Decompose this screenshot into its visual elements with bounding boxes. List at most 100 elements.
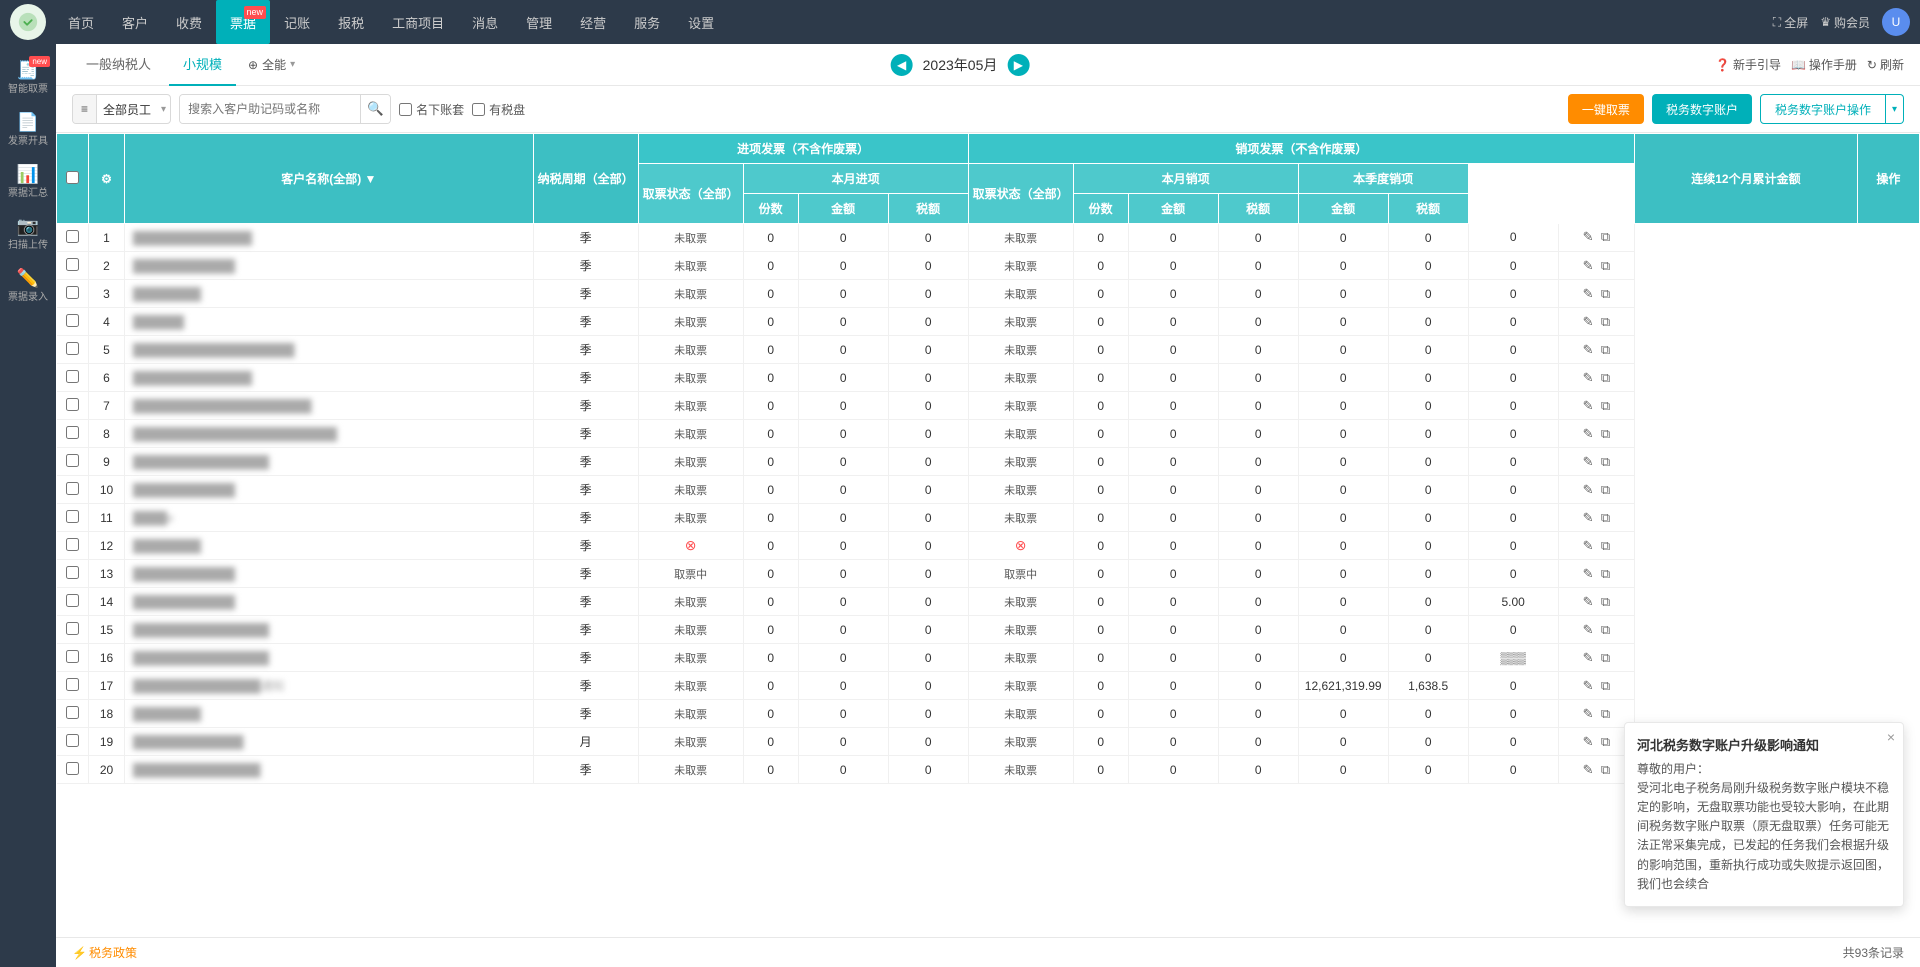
notification-close-button[interactable]: × (1887, 729, 1895, 745)
copy-icon[interactable]: ⧉ (1601, 650, 1610, 665)
checkbox-subaccount[interactable]: 名下账套 (399, 101, 464, 118)
edit-icon[interactable]: ✎ (1583, 286, 1594, 301)
edit-icon[interactable]: ✎ (1583, 678, 1594, 693)
edit-icon[interactable]: ✎ (1583, 510, 1594, 525)
refresh-button[interactable]: ↻ 刷新 (1867, 56, 1904, 73)
digital-op-button[interactable]: 税务数字账户操作 (1760, 94, 1886, 124)
search-input[interactable] (180, 95, 360, 123)
tab-small-scale[interactable]: 小规模 (169, 44, 236, 86)
new-guide-button[interactable]: ❓ 新手引导 (1715, 56, 1781, 73)
tab-all-dropdown[interactable]: ⊕ 全能 ▾ (240, 56, 303, 73)
row-checkbox[interactable] (66, 538, 79, 551)
edit-icon[interactable]: ✎ (1583, 566, 1594, 581)
row-checkbox[interactable] (66, 370, 79, 383)
row-checkbox[interactable] (66, 734, 79, 747)
copy-icon[interactable]: ⧉ (1601, 426, 1610, 441)
row-checkbox[interactable] (66, 594, 79, 607)
user-avatar[interactable]: U (1882, 8, 1910, 36)
nav-manage[interactable]: 管理 (512, 0, 566, 44)
copy-icon[interactable]: ⧉ (1601, 286, 1610, 301)
edit-icon[interactable]: ✎ (1583, 538, 1594, 553)
date-next-button[interactable]: ▶ (1007, 54, 1029, 76)
row-checkbox[interactable] (66, 482, 79, 495)
fullscreen-button[interactable]: ⛶ 全屏 (1773, 14, 1808, 31)
copy-icon[interactable]: ⧉ (1601, 706, 1610, 721)
copy-icon[interactable]: ⧉ (1601, 370, 1610, 385)
nav-ticket[interactable]: 票据 new (216, 0, 270, 44)
copy-icon[interactable]: ⧉ (1601, 258, 1610, 273)
select-all-checkbox[interactable] (66, 171, 79, 184)
copy-icon[interactable]: ⧉ (1601, 510, 1610, 525)
digital-account-button[interactable]: 税务数字账户 (1652, 94, 1752, 124)
edit-icon[interactable]: ✎ (1583, 398, 1594, 413)
row-checkbox[interactable] (66, 258, 79, 271)
sidebar-item-ticket-summary[interactable]: 📊 票据汇总 (2, 156, 54, 208)
edit-icon[interactable]: ✎ (1583, 734, 1594, 749)
tax-policy-link[interactable]: ⚡ 税务政策 (72, 944, 137, 961)
employee-select[interactable]: ≡ 全部员工 ▾ (72, 94, 171, 124)
edit-icon[interactable]: ✎ (1583, 342, 1594, 357)
edit-icon[interactable]: ✎ (1583, 706, 1594, 721)
date-prev-button[interactable]: ◀ (891, 54, 913, 76)
sidebar-item-scan-upload[interactable]: 📷 扫描上传 (2, 208, 54, 260)
digital-op-arrow-button[interactable]: ▾ (1886, 94, 1904, 124)
edit-icon[interactable]: ✎ (1583, 314, 1594, 329)
row-checkbox[interactable] (66, 678, 79, 691)
edit-icon[interactable]: ✎ (1583, 426, 1594, 441)
copy-icon[interactable]: ⧉ (1601, 734, 1610, 749)
row-checkbox[interactable] (66, 426, 79, 439)
row-checkbox[interactable] (66, 566, 79, 579)
nav-home[interactable]: 首页 (54, 0, 108, 44)
row-checkbox[interactable] (66, 454, 79, 467)
nav-service[interactable]: 服务 (620, 0, 674, 44)
member-button[interactable]: ♛ 购会员 (1820, 14, 1870, 31)
copy-icon[interactable]: ⧉ (1601, 678, 1610, 693)
row-checkbox[interactable] (66, 342, 79, 355)
row-checkbox[interactable] (66, 706, 79, 719)
sidebar-item-smart-ticket[interactable]: 🧾 智能取票 new (2, 52, 54, 104)
nav-business[interactable]: 工商项目 (378, 0, 458, 44)
copy-icon[interactable]: ⧉ (1601, 622, 1610, 637)
copy-icon[interactable]: ⧉ (1601, 229, 1610, 244)
edit-icon[interactable]: ✎ (1583, 370, 1594, 385)
search-button[interactable]: 🔍 (360, 95, 390, 123)
row-checkbox[interactable] (66, 622, 79, 635)
copy-icon[interactable]: ⧉ (1601, 454, 1610, 469)
checkbox-taxdisk-input[interactable] (472, 103, 485, 116)
copy-icon[interactable]: ⧉ (1601, 594, 1610, 609)
edit-icon[interactable]: ✎ (1583, 454, 1594, 469)
edit-icon[interactable]: ✎ (1583, 594, 1594, 609)
row-checkbox[interactable] (66, 286, 79, 299)
edit-icon[interactable]: ✎ (1583, 622, 1594, 637)
copy-icon[interactable]: ⧉ (1601, 314, 1610, 329)
copy-icon[interactable]: ⧉ (1601, 538, 1610, 553)
edit-icon[interactable]: ✎ (1583, 482, 1594, 497)
row-checkbox[interactable] (66, 762, 79, 775)
nav-fee[interactable]: 收费 (162, 0, 216, 44)
checkbox-subaccount-input[interactable] (399, 103, 412, 116)
row-checkbox[interactable] (66, 650, 79, 663)
copy-icon[interactable]: ⧉ (1601, 398, 1610, 413)
one-click-ticket-button[interactable]: 一键取票 (1568, 94, 1644, 124)
row-checkbox[interactable] (66, 510, 79, 523)
copy-icon[interactable]: ⧉ (1601, 762, 1610, 777)
row-checkbox[interactable] (66, 230, 79, 243)
sidebar-item-invoice-open[interactable]: 📄 发票开具 (2, 104, 54, 156)
edit-icon[interactable]: ✎ (1583, 650, 1594, 665)
checkbox-taxdisk[interactable]: 有税盘 (472, 101, 525, 118)
tab-general-taxpayer[interactable]: 一般纳税人 (72, 44, 165, 86)
manual-button[interactable]: 📖 操作手册 (1791, 56, 1857, 73)
row-checkbox[interactable] (66, 314, 79, 327)
row-checkbox[interactable] (66, 398, 79, 411)
copy-icon[interactable]: ⧉ (1601, 342, 1610, 357)
nav-bookkeeping[interactable]: 记账 (270, 0, 324, 44)
copy-icon[interactable]: ⧉ (1601, 482, 1610, 497)
copy-icon[interactable]: ⧉ (1601, 566, 1610, 581)
sidebar-item-ticket-entry[interactable]: ✏️ 票据录入 (2, 260, 54, 312)
edit-icon[interactable]: ✎ (1583, 762, 1594, 777)
nav-message[interactable]: 消息 (458, 0, 512, 44)
edit-icon[interactable]: ✎ (1583, 229, 1594, 244)
nav-operation[interactable]: 经营 (566, 0, 620, 44)
nav-customer[interactable]: 客户 (108, 0, 162, 44)
nav-settings[interactable]: 设置 (674, 0, 728, 44)
